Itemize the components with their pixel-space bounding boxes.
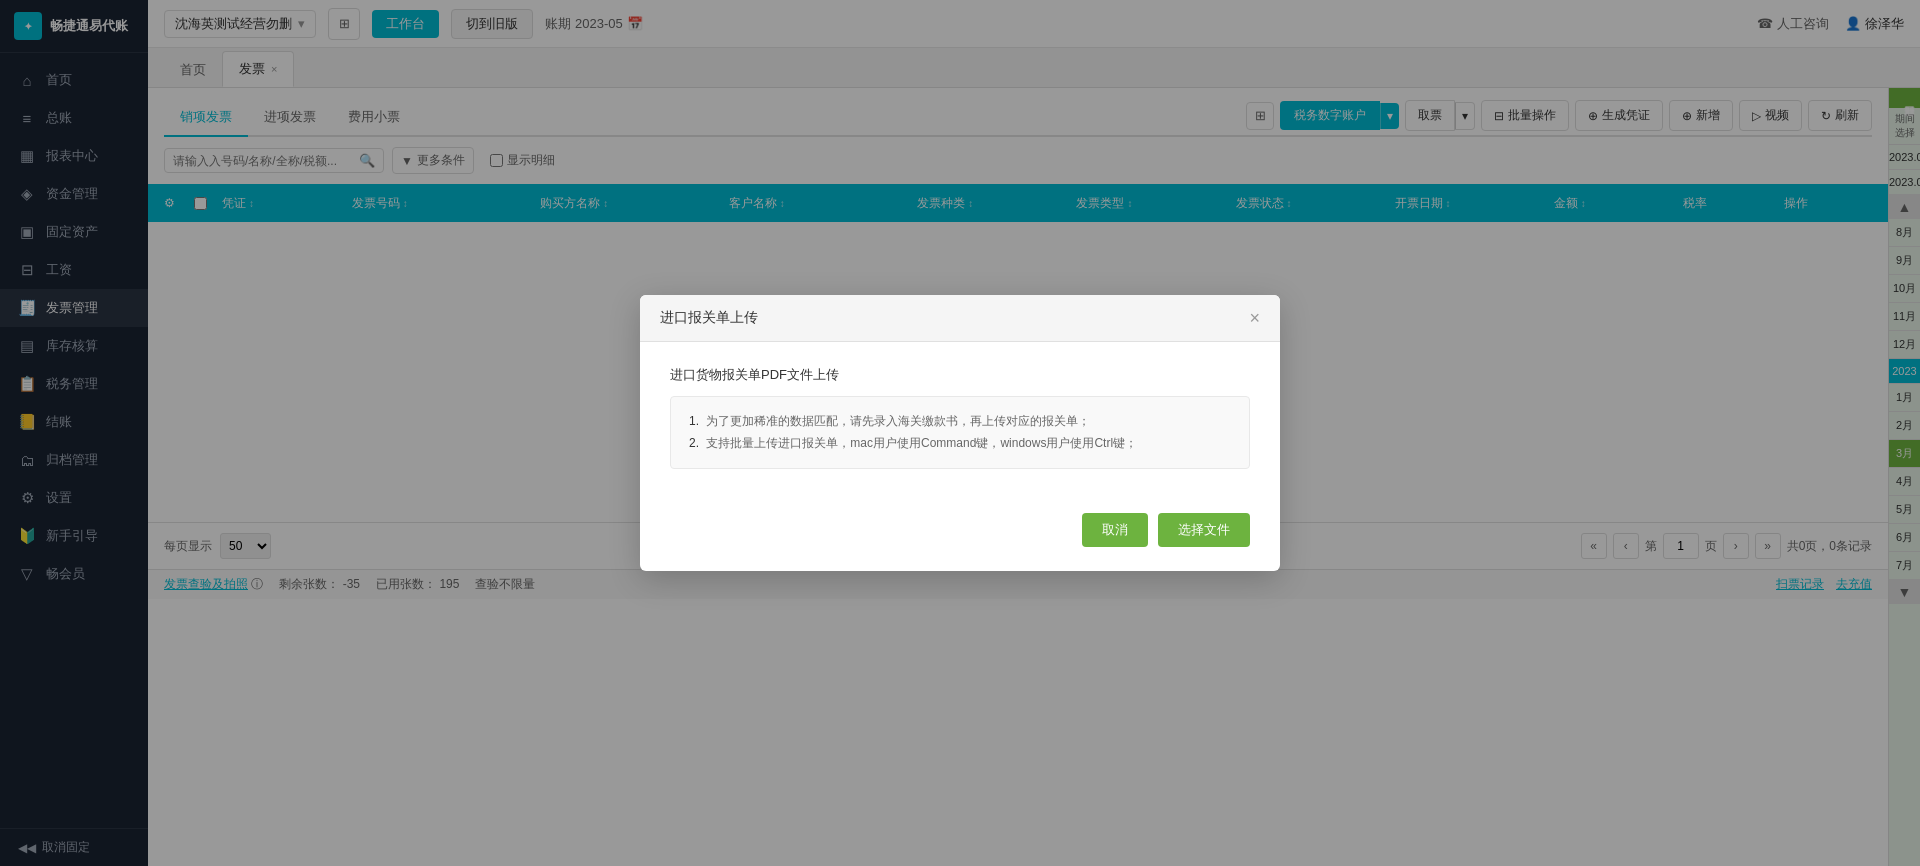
dialog-header: 进口报关单上传 × bbox=[640, 295, 1280, 342]
dialog-info-box: 1. 为了更加稀准的数据匹配，请先录入海关缴款书，再上传对应的报关单； 2. 支… bbox=[670, 396, 1250, 469]
import-dialog: 进口报关单上传 × 进口货物报关单PDF文件上传 1. 为了更加稀准的数据匹配，… bbox=[640, 295, 1280, 571]
select-file-button[interactable]: 选择文件 bbox=[1158, 513, 1250, 547]
dialog-info-item-1: 1. 为了更加稀准的数据匹配，请先录入海关缴款书，再上传对应的报关单； bbox=[689, 411, 1231, 433]
dialog-footer: 取消 选择文件 bbox=[640, 513, 1280, 571]
dialog-title: 进口报关单上传 bbox=[660, 309, 758, 327]
dialog-body: 进口货物报关单PDF文件上传 1. 为了更加稀准的数据匹配，请先录入海关缴款书，… bbox=[640, 342, 1280, 513]
modal-overlay: 进口报关单上传 × 进口货物报关单PDF文件上传 1. 为了更加稀准的数据匹配，… bbox=[0, 0, 1920, 866]
dialog-section-title: 进口货物报关单PDF文件上传 bbox=[670, 366, 1250, 384]
cancel-button[interactable]: 取消 bbox=[1082, 513, 1148, 547]
dialog-info-item-2: 2. 支持批量上传进口报关单，mac用户使用Command键，windows用户… bbox=[689, 433, 1231, 455]
dialog-close-icon[interactable]: × bbox=[1249, 309, 1260, 327]
